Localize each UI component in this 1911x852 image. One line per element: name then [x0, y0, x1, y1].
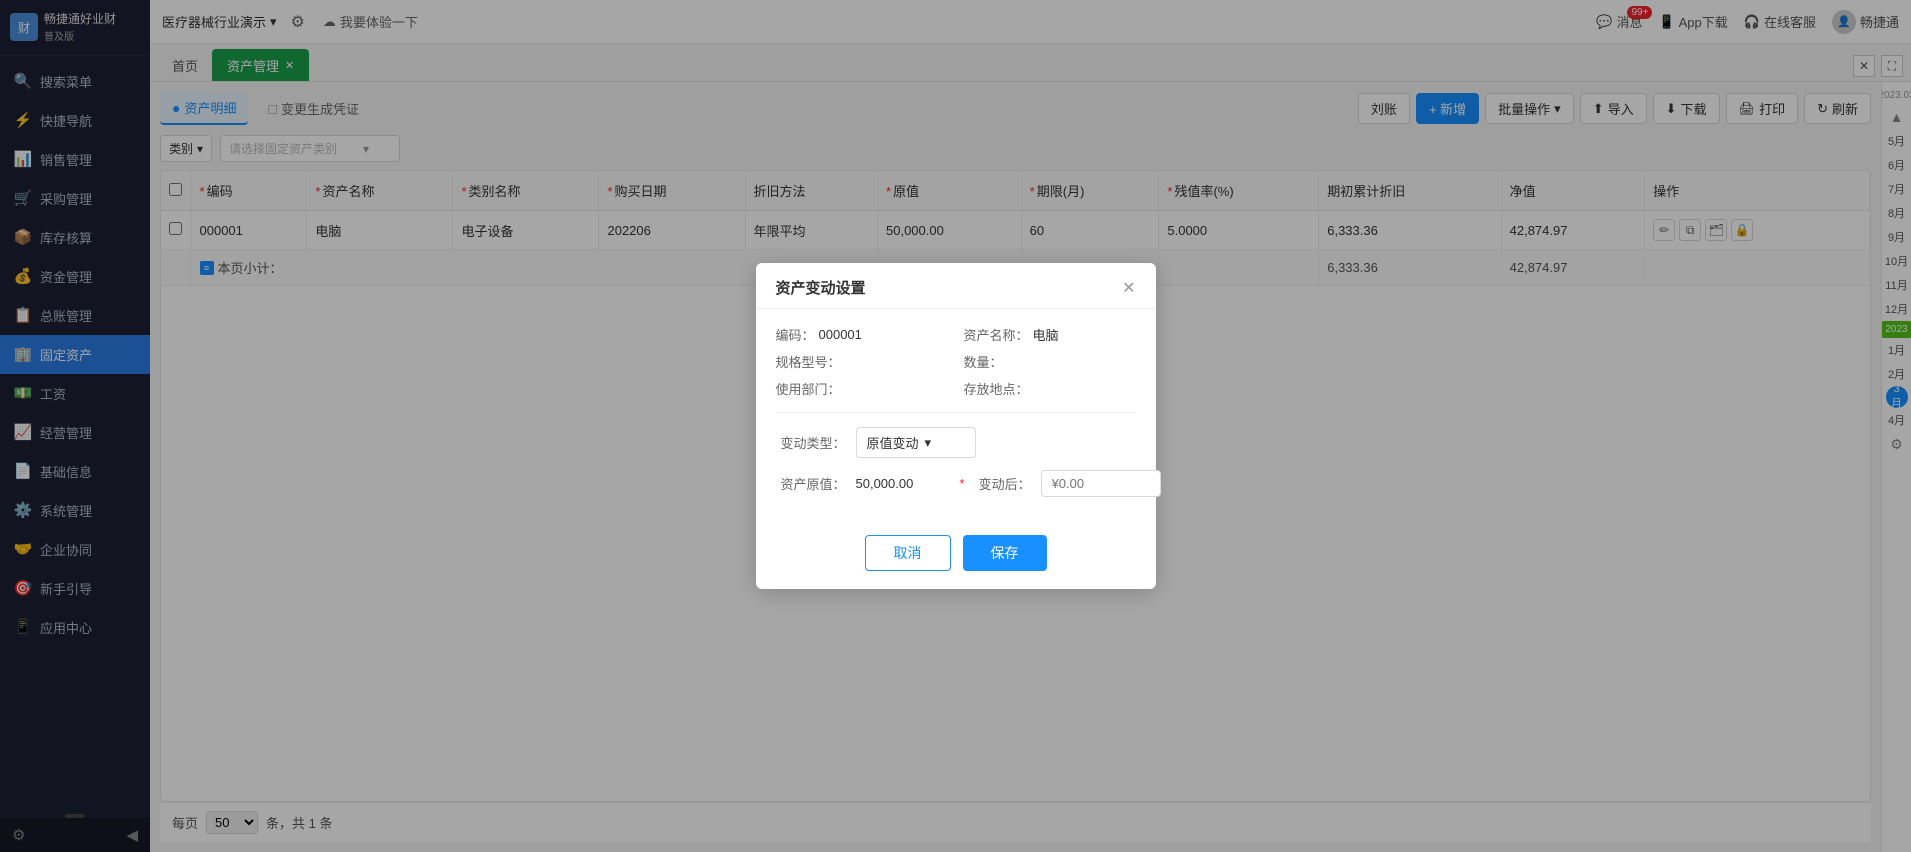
modal-select-dropdown-icon: ▾: [925, 435, 932, 451]
modal-name-value: 电脑: [1033, 325, 1059, 344]
modal-footer: 取消 保存: [756, 525, 1156, 589]
modal-overlay: 资产变动设置 ✕ 编码： 000001 资产名称： 电脑 规格型号： 数量：: [0, 0, 1911, 852]
modal-after-value-input[interactable]: [1041, 470, 1161, 497]
asset-change-modal: 资产变动设置 ✕ 编码： 000001 资产名称： 电脑 规格型号： 数量：: [756, 263, 1156, 589]
modal-change-type-select[interactable]: 原值变动 ▾: [856, 427, 976, 458]
modal-save-btn[interactable]: 保存: [963, 535, 1047, 571]
modal-required-star: *: [960, 476, 965, 491]
modal-code-value: 000001: [819, 327, 862, 342]
modal-name-item: 资产名称： 电脑: [964, 325, 1136, 344]
modal-name-label: 资产名称：: [964, 325, 1029, 344]
modal-code-label: 编码：: [776, 325, 815, 344]
modal-header: 资产变动设置 ✕: [756, 263, 1156, 309]
modal-change-type-row: 变动类型： 原值变动 ▾: [776, 427, 1136, 458]
modal-original-value: 50,000.00: [856, 476, 946, 491]
modal-after-label: 变动后：: [979, 474, 1031, 493]
modal-spec-label: 规格型号：: [776, 352, 841, 371]
modal-cancel-btn[interactable]: 取消: [865, 535, 951, 571]
modal-quantity-item: 数量：: [964, 352, 1136, 371]
modal-department-item: 使用部门：: [776, 379, 948, 398]
modal-original-value-label: 资产原值：: [776, 474, 846, 493]
modal-quantity-label: 数量：: [964, 352, 1003, 371]
modal-body: 编码： 000001 资产名称： 电脑 规格型号： 数量： 使用部门：: [756, 309, 1156, 525]
modal-department-label: 使用部门：: [776, 379, 841, 398]
modal-location-label: 存放地点：: [964, 379, 1029, 398]
modal-code-item: 编码： 000001: [776, 325, 948, 344]
modal-location-item: 存放地点：: [964, 379, 1136, 398]
modal-value-row: 资产原值： 50,000.00 * 变动后：: [776, 470, 1136, 497]
modal-close-btn[interactable]: ✕: [1122, 278, 1135, 298]
modal-spec-item: 规格型号：: [776, 352, 948, 371]
modal-title: 资产变动设置: [776, 277, 866, 298]
modal-divider: [776, 412, 1136, 413]
modal-change-type-label: 变动类型：: [776, 433, 846, 452]
modal-info-grid: 编码： 000001 资产名称： 电脑 规格型号： 数量： 使用部门：: [776, 325, 1136, 398]
modal-change-type-value: 原值变动: [867, 433, 919, 452]
